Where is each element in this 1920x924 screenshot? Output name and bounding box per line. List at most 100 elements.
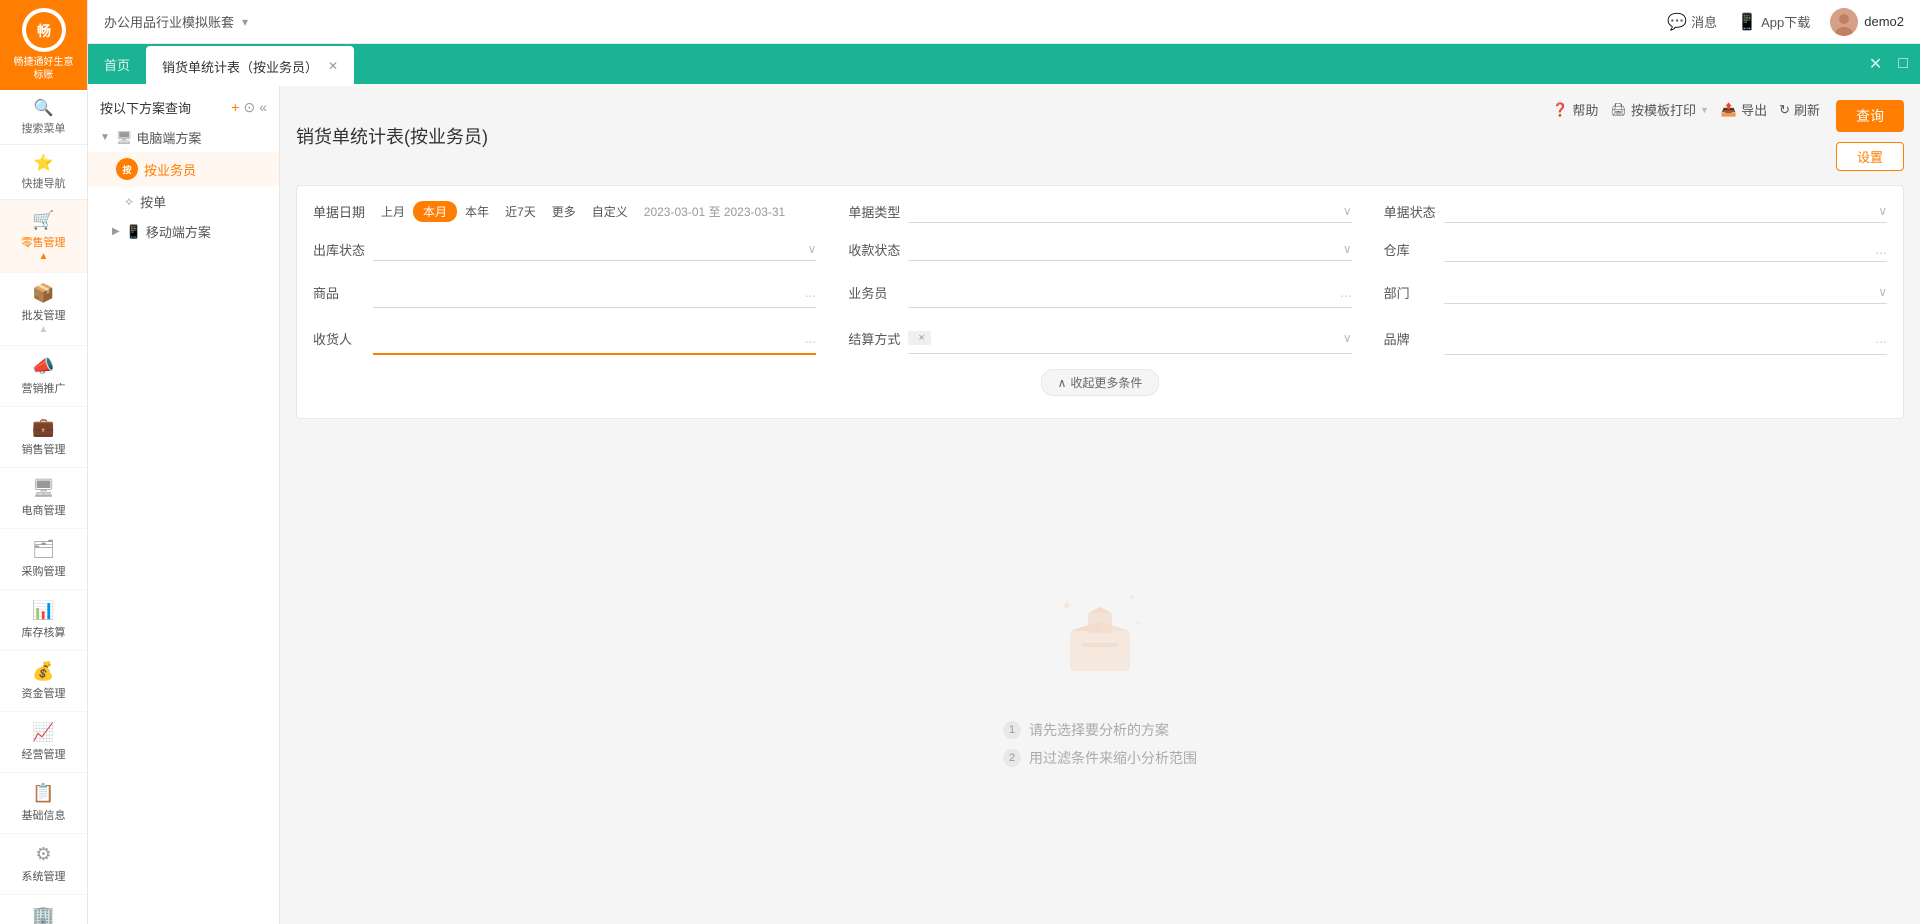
brand-dots[interactable]: ... [1875, 330, 1887, 346]
query-button[interactable]: 查询 [1836, 100, 1904, 132]
marketing-icon: 📣 [32, 356, 54, 377]
goods-dots[interactable]: ... [805, 284, 817, 300]
user-button[interactable]: demo2 [1830, 8, 1904, 36]
brand-input-row: ... [1444, 323, 1887, 355]
sidebar-item-basic-label: 基础信息 [22, 807, 66, 823]
filter-row-4: 收货人 ... 结算方式 [313, 322, 1887, 355]
sidebar-item-wholesale[interactable]: 📦 批发管理 ▲ [0, 273, 87, 346]
payment-label: 结算方式 [848, 329, 900, 348]
empty-tip-2: 2 用过滤条件来缩小分析范围 [1003, 748, 1197, 768]
sidebar-item-retail[interactable]: 🛒 零售管理 ▲ [0, 200, 87, 273]
avatar [1830, 8, 1858, 36]
sidebar-item-system[interactable]: ⚙ 系统管理 [0, 834, 87, 895]
sidebar-item-ecommerce[interactable]: 🖥 电商管理 [0, 468, 87, 529]
export-button[interactable]: 📤 导出 [1721, 100, 1767, 119]
consignee-input[interactable] [373, 326, 801, 349]
out-status-input-wrap: ∨ [373, 238, 816, 261]
scheme-tree: ▼ 🖥 电脑端方案 按 按业务员 ✧ 按单 ▶ [88, 123, 279, 916]
date-btn-7days[interactable]: 近7天 [497, 201, 544, 222]
desktop-scheme-header[interactable]: ▼ 🖥 电脑端方案 [88, 123, 279, 152]
brand-input[interactable] [1444, 327, 1872, 350]
quick-nav-item[interactable]: ⭐ 快捷导航 [0, 145, 87, 200]
app-download-button[interactable]: 📱 App下载 [1737, 12, 1810, 32]
sidebar-item-purchase[interactable]: 🗂 采购管理 [0, 529, 87, 590]
warehouse-select[interactable]: ... [1444, 237, 1887, 262]
settings-scheme-button[interactable]: ⊙ [243, 99, 255, 116]
action-links: ❓ 帮助 🖨 按模板打印 ▼ 📤 导出 ↻ [1552, 100, 1820, 119]
add-scheme-button[interactable]: + [231, 99, 239, 116]
refresh-button[interactable]: ↻ 刷新 [1779, 100, 1820, 119]
tabbar: 首页 销货单统计表（按业务员） ✕ ✕ □ [88, 44, 1920, 84]
sidebar-item-basic[interactable]: 📋 基础信息 [0, 773, 87, 834]
search-icon: 🔍 [34, 98, 54, 118]
topbar: 办公用品行业模拟账套 ▾ 💬 消息 📱 App下载 de [88, 0, 1920, 44]
doc-status-input-wrap: ∨ [1444, 200, 1887, 223]
system-icon: ⚙ [35, 844, 51, 865]
help-button[interactable]: ❓ 帮助 [1552, 100, 1598, 119]
sidebar-item-sales-label: 销售管理 [22, 441, 66, 457]
sidebar-item-operation-label: 经营管理 [22, 746, 66, 762]
doc-type-chevron: ∨ [1343, 204, 1352, 218]
tab-home[interactable]: 首页 [88, 44, 146, 84]
sidebar-item-enterprise[interactable]: 🏢 企业协同 [0, 895, 87, 924]
tree-item-by-salesperson[interactable]: 按 按业务员 [88, 152, 279, 186]
date-btn-this-year[interactable]: 本年 [457, 201, 497, 222]
department-select[interactable]: ∨ [1444, 281, 1887, 304]
date-btn-last-month[interactable]: 上月 [373, 201, 413, 222]
svg-text:✦: ✦ [1128, 593, 1136, 604]
sidebar-item-ecommerce-label: 电商管理 [22, 502, 66, 518]
tab-sales-stat[interactable]: 销货单统计表（按业务员） ✕ [146, 46, 354, 86]
date-btn-more[interactable]: 更多 [544, 201, 584, 222]
out-status-select[interactable]: ∨ [373, 238, 816, 261]
topbar-right: 💬 消息 📱 App下载 demo2 [1667, 8, 1904, 36]
warehouse-dots[interactable]: ... [1875, 241, 1887, 257]
main-area: 办公用品行业模拟账套 ▾ 💬 消息 📱 App下载 de [88, 0, 1920, 924]
logo-area[interactable]: 畅 畅捷通好生意 标账 [0, 0, 87, 90]
filter-area: 单据日期 上月 本月 本年 近7天 更多 自定义 2023-03-01 至 20… [296, 185, 1904, 419]
window-maximize-button[interactable]: □ [1894, 51, 1912, 77]
tab-home-label: 首页 [104, 55, 130, 74]
goods-input[interactable] [373, 280, 801, 303]
print-button[interactable]: 🖨 按模板打印 ▼ [1610, 100, 1708, 119]
doc-status-select[interactable]: ∨ [1444, 200, 1887, 223]
sidebar-item-finance[interactable]: 💰 资金管理 [0, 651, 87, 712]
payment-tag-close[interactable]: × [918, 332, 924, 344]
collapse-icon: ∧ [1058, 376, 1067, 390]
sidebar-item-sales[interactable]: 💼 销售管理 [0, 407, 87, 468]
window-close-button[interactable]: ✕ [1865, 50, 1886, 78]
date-btn-custom[interactable]: 自定义 [584, 201, 636, 222]
export-icon: 📤 [1721, 102, 1737, 118]
doc-type-select[interactable]: ∨ [908, 200, 1351, 223]
sidebar-item-inventory[interactable]: 📊 库存核算 [0, 590, 87, 651]
sidebar: 畅 畅捷通好生意 标账 🔍 搜索菜单 ⭐ 快捷导航 🛒 零售管理 ▲ 📦 批发管… [0, 0, 88, 924]
tab-close-button[interactable]: ✕ [328, 59, 338, 73]
by-order-prefix-icon: ✧ [124, 195, 134, 209]
tree-item-by-order[interactable]: ✧ 按单 [88, 186, 279, 217]
message-button[interactable]: 💬 消息 [1667, 12, 1717, 32]
settings-button[interactable]: 设置 [1836, 142, 1904, 171]
refresh-label: 刷新 [1794, 100, 1820, 119]
collapse-button[interactable]: ∧ 收起更多条件 [1041, 369, 1160, 396]
empty-tip-1: 1 请先选择要分析的方案 [1003, 720, 1197, 740]
search-menu-item[interactable]: 🔍 搜索菜单 [0, 90, 87, 145]
consignee-filter-item: 收货人 ... [313, 322, 816, 355]
receipt-status-select[interactable]: ∨ [908, 238, 1351, 261]
sidebar-item-operation[interactable]: 📈 经营管理 [0, 712, 87, 773]
logo-text: 畅捷通好生意 标账 [14, 56, 74, 82]
out-status-chevron: ∨ [808, 242, 817, 256]
date-btn-this-month[interactable]: 本月 [413, 201, 457, 222]
doc-type-input-wrap: ∨ [908, 200, 1351, 223]
tip-text-1: 请先选择要分析的方案 [1029, 720, 1169, 740]
department-filter-item: 部门 ∨ [1384, 281, 1887, 304]
operation-icon: 📈 [32, 722, 54, 743]
mobile-scheme-header[interactable]: ▶ 📱 移动端方案 [88, 217, 279, 246]
salesperson-dots[interactable]: ... [1340, 284, 1352, 300]
sidebar-item-marketing[interactable]: 📣 营销推广 [0, 346, 87, 407]
collapse-label: 收起更多条件 [1070, 374, 1142, 391]
collapse-panel-button[interactable]: « [259, 99, 267, 116]
warehouse-input-wrap: ... [1444, 237, 1887, 262]
consignee-dots[interactable]: ... [805, 330, 817, 346]
app-dropdown-arrow[interactable]: ▾ [242, 15, 248, 29]
salesperson-input[interactable] [908, 280, 1336, 303]
payment-select-chevron[interactable]: ∨ [1343, 327, 1352, 349]
